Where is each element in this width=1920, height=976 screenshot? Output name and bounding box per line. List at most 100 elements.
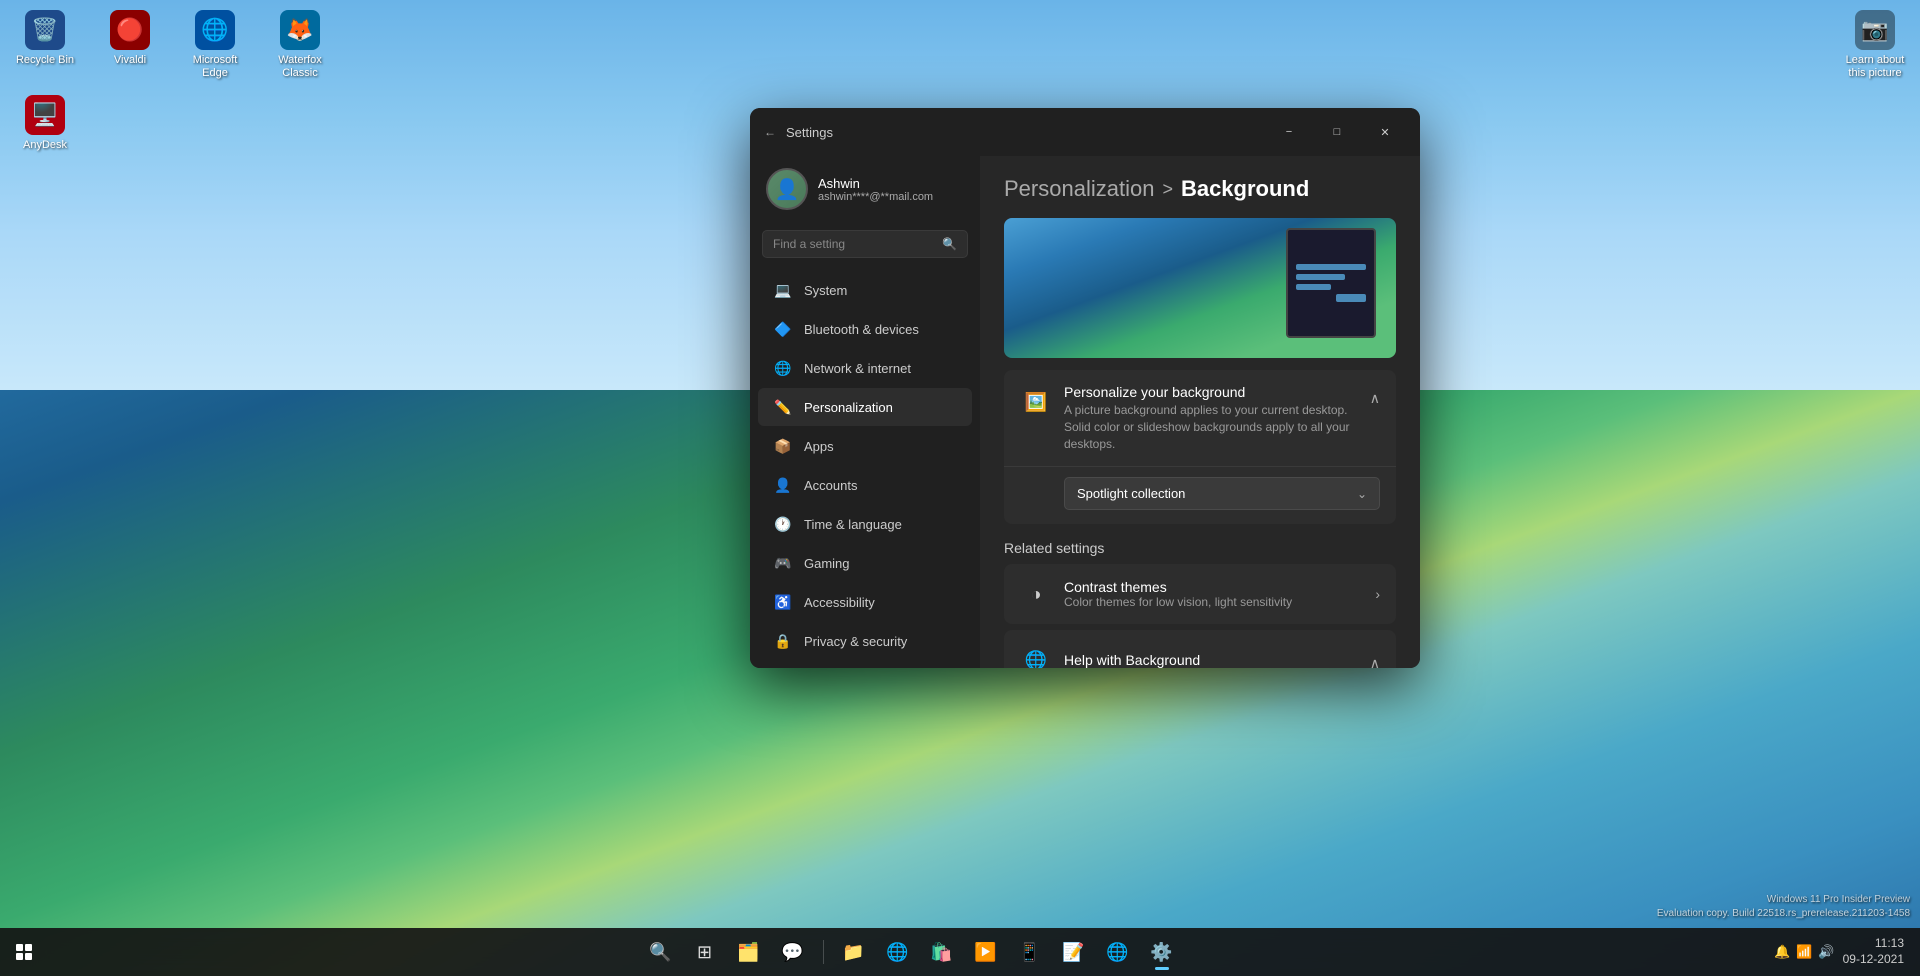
sidebar-item-accounts[interactable]: 👤 Accounts bbox=[758, 466, 972, 504]
breadcrumb-current: Background bbox=[1181, 176, 1309, 202]
network-status-icon[interactable]: 📶 bbox=[1796, 944, 1812, 960]
taskbar-browser[interactable]: 🌐 bbox=[878, 932, 918, 972]
maximize-button[interactable]: □ bbox=[1314, 116, 1360, 148]
sidebar-item-apps-label: Apps bbox=[804, 439, 834, 454]
taskbar-task-view[interactable]: ⊞ bbox=[685, 932, 725, 972]
personalization-icon: ✏️ bbox=[774, 398, 792, 416]
desktop: 🗑️ Recycle Bin 🔴 Vivaldi 🌐 Microsoft Edg… bbox=[0, 0, 1920, 976]
sidebar-item-system[interactable]: 💻 System bbox=[758, 271, 972, 309]
taskbar-clock[interactable]: 11:13 09-12-2021 bbox=[1843, 936, 1904, 967]
taskbar-widgets[interactable]: 🗂️ bbox=[729, 932, 769, 972]
dropdown-chevron-icon: ⌄ bbox=[1357, 487, 1367, 501]
close-button[interactable]: ✕ bbox=[1362, 116, 1408, 148]
contrast-themes-row[interactable]: ◑ Contrast themes Color themes for low v… bbox=[1004, 564, 1396, 624]
taskbar-media[interactable]: ▶️ bbox=[966, 932, 1006, 972]
settings-content: 👤 Ashwin ashwin****@**mail.com 🔍 💻 Syste… bbox=[750, 156, 1420, 668]
sidebar-item-network[interactable]: 🌐 Network & internet bbox=[758, 349, 972, 387]
build-info: Windows 11 Pro Insider Preview Evaluatio… bbox=[1657, 893, 1910, 921]
sidebar-item-personalization[interactable]: ✏️ Personalization bbox=[758, 388, 972, 426]
breadcrumb-separator: > bbox=[1162, 179, 1173, 200]
sidebar-item-personalization-label: Personalization bbox=[804, 400, 893, 415]
taskbar-store[interactable]: 🛍️ bbox=[922, 932, 962, 972]
bluetooth-icon: 🔷 bbox=[774, 320, 792, 338]
sidebar-item-bluetooth-label: Bluetooth & devices bbox=[804, 322, 919, 337]
taskbar-center: 🔍 ⊞ 🗂️ 💬 📁 🌐 🛍️ ▶️ 📱 📝 🌐 ⚙️ bbox=[48, 932, 1774, 972]
sidebar-item-privacy[interactable]: 🔒 Privacy & security bbox=[758, 622, 972, 658]
notification-icon[interactable]: 🔔 bbox=[1774, 944, 1790, 960]
dropdown-value: Spotlight collection bbox=[1077, 486, 1185, 501]
desktop-icon-vivaldi[interactable]: 🔴 Vivaldi bbox=[95, 10, 165, 80]
search-input[interactable] bbox=[773, 237, 934, 251]
sidebar-item-time-label: Time & language bbox=[804, 517, 902, 532]
taskbar-chat[interactable]: 💬 bbox=[773, 932, 813, 972]
sidebar-item-time-language[interactable]: 🕐 Time & language bbox=[758, 505, 972, 543]
contrast-themes-desc: Color themes for low vision, light sensi… bbox=[1064, 595, 1292, 609]
start-button[interactable] bbox=[0, 928, 48, 976]
desktop-icon-row-1: 🗑️ Recycle Bin 🔴 Vivaldi 🌐 Microsoft Edg… bbox=[10, 10, 335, 80]
search-box[interactable]: 🔍 bbox=[762, 230, 968, 258]
desktop-icon-learn-about[interactable]: 📷 Learn about this picture bbox=[1840, 10, 1910, 80]
personalize-desc: A picture background applies to your cur… bbox=[1064, 402, 1370, 452]
sidebar-item-accounts-label: Accounts bbox=[804, 478, 857, 493]
user-profile[interactable]: 👤 Ashwin ashwin****@**mail.com bbox=[750, 156, 980, 222]
taskbar-file-explorer[interactable]: 📁 bbox=[834, 932, 874, 972]
contrast-themes-title: Contrast themes bbox=[1064, 579, 1292, 595]
sidebar-item-network-label: Network & internet bbox=[804, 361, 911, 376]
sidebar-item-apps[interactable]: 📦 Apps bbox=[758, 427, 972, 465]
title-bar-title: Settings bbox=[786, 125, 833, 140]
sidebar-item-accessibility[interactable]: ♿ Accessibility bbox=[758, 583, 972, 621]
related-settings-title: Related settings bbox=[1004, 540, 1396, 556]
taskbar-notepad[interactable]: 📝 bbox=[1054, 932, 1094, 972]
background-type-dropdown[interactable]: Spotlight collection ⌄ bbox=[1064, 477, 1380, 510]
taskbar-phone-link[interactable]: 📱 bbox=[1010, 932, 1050, 972]
personalize-text: Personalize your background A picture ba… bbox=[1064, 384, 1370, 452]
title-bar: ← Settings − □ ✕ bbox=[750, 108, 1420, 156]
privacy-icon: 🔒 bbox=[774, 632, 792, 650]
avatar: 👤 bbox=[766, 168, 808, 210]
back-button[interactable]: ← bbox=[762, 124, 778, 140]
sidebar-item-bluetooth[interactable]: 🔷 Bluetooth & devices bbox=[758, 310, 972, 348]
help-title: Help with Background bbox=[1064, 652, 1200, 668]
taskbar-settings[interactable]: ⚙️ bbox=[1142, 932, 1182, 972]
monitor-line-2 bbox=[1296, 274, 1345, 280]
minimize-button[interactable]: − bbox=[1266, 116, 1312, 148]
apps-icon: 📦 bbox=[774, 437, 792, 455]
help-section-header[interactable]: 🌐 Help with Background ∧ bbox=[1004, 630, 1396, 668]
monitor-lines bbox=[1296, 264, 1366, 290]
gaming-icon: 🎮 bbox=[774, 554, 792, 572]
settings-window: ← Settings − □ ✕ 👤 Ashwin ashwin****@**m… bbox=[750, 108, 1420, 668]
learn-about-label: Learn about this picture bbox=[1840, 54, 1910, 80]
desktop-icon-recycle-bin[interactable]: 🗑️ Recycle Bin bbox=[10, 10, 80, 80]
accessibility-icon: ♿ bbox=[774, 593, 792, 611]
nav-items: 💻 System 🔷 Bluetooth & devices 🌐 Network… bbox=[750, 266, 980, 658]
personalize-title: Personalize your background bbox=[1064, 384, 1370, 400]
volume-icon[interactable]: 🔊 bbox=[1818, 944, 1834, 960]
sidebar: 👤 Ashwin ashwin****@**mail.com 🔍 💻 Syste… bbox=[750, 156, 980, 668]
start-icon-bl bbox=[16, 953, 23, 960]
title-bar-left: ← Settings bbox=[762, 124, 833, 140]
personalize-chevron-icon: ∧ bbox=[1370, 384, 1380, 407]
help-section: 🌐 Help with Background ∧ bbox=[1004, 630, 1396, 668]
desktop-icon-waterfox[interactable]: 🦊 Waterfox Classic bbox=[265, 10, 335, 80]
user-email: ashwin****@**mail.com bbox=[818, 191, 933, 203]
sidebar-item-gaming[interactable]: 🎮 Gaming bbox=[758, 544, 972, 582]
taskbar-search[interactable]: 🔍 bbox=[641, 932, 681, 972]
accounts-icon: 👤 bbox=[774, 476, 792, 494]
start-icon-br bbox=[25, 953, 32, 960]
build-info-line2: Evaluation copy. Build 22518.rs_prerelea… bbox=[1657, 907, 1910, 921]
monitor-line-1 bbox=[1296, 264, 1366, 270]
build-info-line1: Windows 11 Pro Insider Preview bbox=[1657, 893, 1910, 907]
user-name: Ashwin bbox=[818, 176, 933, 191]
personalize-expanded: Spotlight collection ⌄ bbox=[1004, 466, 1396, 524]
contrast-themes-text: Contrast themes Color themes for low vis… bbox=[1064, 579, 1292, 609]
start-icon bbox=[16, 944, 32, 960]
personalize-section-header[interactable]: 🖼️ Personalize your background A picture… bbox=[1004, 370, 1396, 466]
desktop-icon-anydesk[interactable]: 🖥️ AnyDesk bbox=[10, 95, 80, 152]
personalize-section: 🖼️ Personalize your background A picture… bbox=[1004, 370, 1396, 524]
desktop-icon-edge[interactable]: 🌐 Microsoft Edge bbox=[180, 10, 250, 80]
taskbar-edge[interactable]: 🌐 bbox=[1098, 932, 1138, 972]
monitor-line-3 bbox=[1296, 284, 1331, 290]
help-icon: 🌐 bbox=[1020, 644, 1052, 668]
taskbar: 🔍 ⊞ 🗂️ 💬 📁 🌐 🛍️ ▶️ 📱 📝 🌐 ⚙️ 🔔 📶 🔊 11:13 … bbox=[0, 928, 1920, 976]
clock-time: 11:13 bbox=[1875, 936, 1904, 952]
